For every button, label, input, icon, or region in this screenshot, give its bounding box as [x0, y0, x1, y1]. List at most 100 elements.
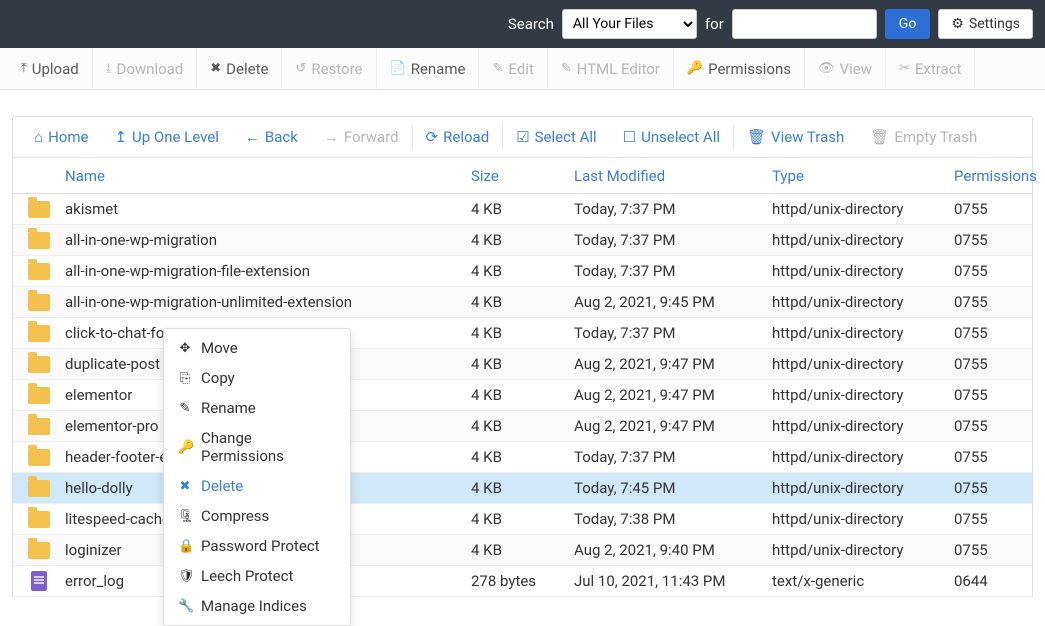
table-row[interactable]: akismet4 KBToday, 7:37 PMhttpd/unix-dire… [13, 194, 1032, 225]
permissions-icon: 🔑 [687, 61, 703, 76]
cell-type: httpd/unix-directory [772, 479, 954, 497]
delete-button[interactable]: ✖Delete [197, 48, 282, 90]
back-icon: ← [245, 128, 260, 146]
folder-icon [28, 263, 50, 280]
cell-type: httpd/unix-directory [772, 293, 954, 311]
permissions-button[interactable]: 🔑 Permissions [674, 48, 805, 90]
cell-type: httpd/unix-directory [772, 200, 954, 218]
restore-label: Restore [311, 60, 362, 78]
cell-perm: 0755 [954, 262, 1044, 280]
restore-button[interactable]: ↺Restore [282, 48, 376, 90]
cell-perm: 0755 [954, 231, 1044, 249]
cell-modified: Aug 2, 2021, 9:40 PM [574, 541, 772, 559]
rename-button[interactable]: 📄Rename [377, 48, 480, 90]
cell-size: 4 KB [471, 324, 574, 342]
reload-link[interactable]: ⟳Reload [413, 128, 503, 146]
context-menu-item[interactable]: 🔑Change Permissions [164, 423, 350, 471]
unselect-all-label: Unselect All [641, 128, 720, 146]
unselect-all-link[interactable]: ☐ Unselect All [610, 128, 733, 146]
edit-label: Edit [508, 60, 533, 78]
view-trash-link[interactable]: 🗑View Trash [734, 128, 857, 146]
row-icon-cell [13, 542, 65, 559]
up-level-link[interactable]: ↥Up One Level [101, 128, 231, 146]
cell-name: all-in-one-wp-migration [65, 231, 471, 249]
extract-button[interactable]: ✂Extract [886, 48, 976, 90]
edit-button[interactable]: ✎Edit [479, 48, 547, 90]
context-menu-item[interactable]: ✥Move [164, 333, 350, 363]
cell-type: httpd/unix-directory [772, 448, 954, 466]
select-all-label: Select All [535, 128, 597, 146]
col-modified[interactable]: Last Modified [574, 167, 772, 185]
col-type[interactable]: Type [772, 167, 954, 185]
download-icon: ⤓ [106, 61, 112, 76]
cell-size: 4 KB [471, 386, 574, 404]
context-menu-item[interactable]: 🛡Leech Protect [164, 561, 350, 591]
manage-indices-icon: 🔧 [178, 599, 192, 614]
cell-perm: 0644 [954, 572, 1044, 590]
search-scope-select[interactable]: All Your Files [562, 9, 697, 39]
table-row[interactable]: all-in-one-wp-migration4 KBToday, 7:37 P… [13, 225, 1032, 256]
context-menu-item[interactable]: 🗜Compress [164, 501, 350, 531]
home-link[interactable]: ⌂Home [21, 128, 101, 146]
row-icon-cell [13, 294, 65, 311]
cell-modified: Today, 7:37 PM [574, 262, 772, 280]
folder-icon [28, 449, 50, 466]
cell-perm: 0755 [954, 479, 1044, 497]
upload-label: Upload [32, 60, 79, 78]
context-menu-label: Password Protect [201, 537, 320, 555]
row-icon-cell [13, 325, 65, 342]
forward-link[interactable]: →Forward [311, 128, 412, 146]
folder-icon [28, 232, 50, 249]
select-all-icon: ☑ [516, 128, 529, 146]
extract-label: Extract [915, 60, 962, 78]
cell-type: httpd/unix-directory [772, 510, 954, 528]
upload-icon: ⤒ [21, 61, 27, 76]
go-button[interactable]: Go [885, 9, 931, 39]
cell-type: httpd/unix-directory [772, 262, 954, 280]
up-label: Up One Level [132, 128, 219, 146]
reload-icon: ⟳ [426, 128, 439, 146]
table-row[interactable]: all-in-one-wp-migration-file-extension4 … [13, 256, 1032, 287]
cell-size: 4 KB [471, 355, 574, 373]
empty-trash-link[interactable]: 🗑Empty Trash [857, 128, 990, 146]
table-row[interactable]: all-in-one-wp-migration-unlimited-extens… [13, 287, 1032, 318]
cell-size: 4 KB [471, 541, 574, 559]
permissions-label: Permissions [708, 60, 791, 78]
nav-bar: ⌂Home ↥Up One Level ←Back →Forward ⟳Relo… [12, 116, 1033, 158]
col-size[interactable]: Size [471, 167, 574, 185]
view-button[interactable]: 👁View [805, 48, 886, 90]
context-menu-item[interactable]: ⎘Copy [164, 363, 350, 393]
download-button[interactable]: ⤓Download [93, 48, 198, 90]
context-menu-label: Change Permissions [201, 429, 336, 465]
upload-button[interactable]: ⤒ Upload [8, 48, 93, 90]
select-all-link[interactable]: ☑ Select All [503, 128, 609, 146]
cell-type: httpd/unix-directory [772, 386, 954, 404]
folder-icon [28, 542, 50, 559]
cell-size: 4 KB [471, 231, 574, 249]
cell-modified: Jul 10, 2021, 11:43 PM [574, 572, 772, 590]
view-label: View [840, 60, 872, 78]
delete-label: Delete [226, 60, 268, 78]
row-icon-cell [13, 263, 65, 280]
cell-type: httpd/unix-directory [772, 231, 954, 249]
context-menu-item[interactable]: 🔒Password Protect [164, 531, 350, 561]
context-menu-item[interactable]: ✎Rename [164, 393, 350, 423]
context-menu-label: Delete [201, 477, 243, 495]
cell-size: 4 KB [471, 293, 574, 311]
col-perm[interactable]: Permissions [954, 167, 1044, 185]
search-input[interactable] [732, 9, 877, 39]
cell-perm: 0755 [954, 324, 1044, 342]
context-menu-label: Copy [201, 369, 235, 387]
html-editor-button[interactable]: ✎HTML Editor [548, 48, 674, 90]
cell-modified: Today, 7:37 PM [574, 231, 772, 249]
trash-icon: 🗑 [870, 128, 889, 146]
settings-button[interactable]: ⚙ Settings [938, 9, 1033, 39]
back-link[interactable]: ←Back [232, 128, 311, 146]
cell-modified: Today, 7:45 PM [574, 479, 772, 497]
context-menu-item[interactable]: ✖Delete [164, 471, 350, 501]
folder-icon [28, 387, 50, 404]
rename-icon: 📄 [390, 61, 406, 76]
col-name[interactable]: Name [65, 167, 471, 185]
unselect-all-icon: ☐ [623, 128, 636, 146]
context-menu-item[interactable]: 🔧Manage Indices [164, 591, 350, 621]
